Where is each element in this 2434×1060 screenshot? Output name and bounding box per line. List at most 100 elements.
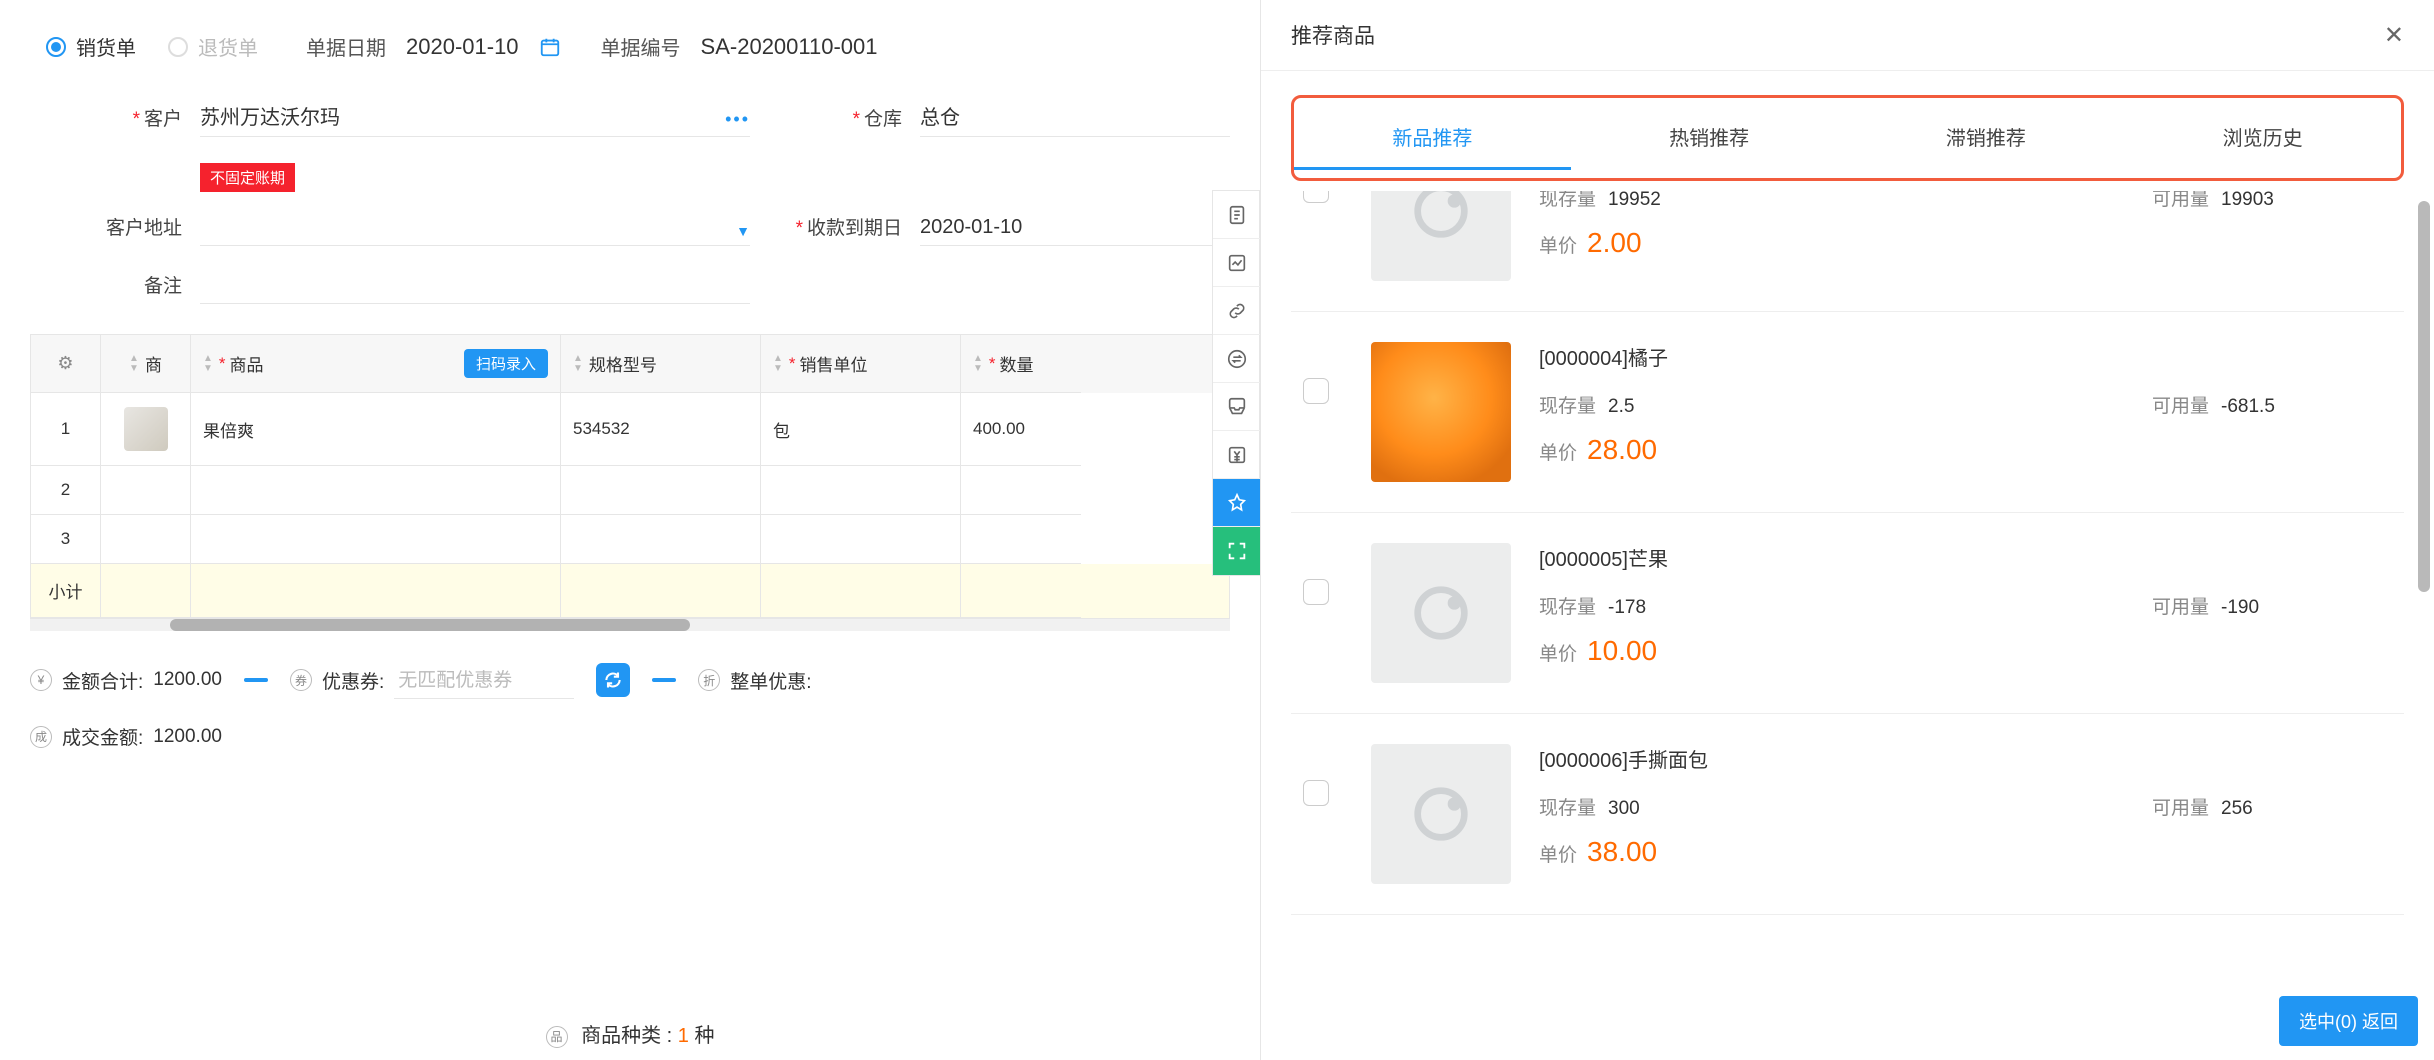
rail-chart-icon[interactable]	[1213, 239, 1261, 287]
product-row[interactable]: 250ml现存量19952可用量19903单价2.00	[1291, 191, 2404, 312]
dash-icon	[244, 678, 268, 682]
grid-h-scrollbar[interactable]	[30, 619, 1230, 631]
side-icon-rail	[1212, 190, 1260, 576]
row-unit[interactable]: 包	[761, 393, 961, 466]
product-image	[1371, 342, 1511, 482]
stock-value: 300	[1608, 798, 1640, 819]
stock-label: 现存量	[1539, 798, 1596, 819]
product-title: [0000006]手撕面包	[1539, 744, 2392, 773]
rail-currency-icon[interactable]	[1213, 431, 1261, 479]
footer-count: 1	[678, 1025, 689, 1047]
price-label: 单价	[1539, 236, 1577, 257]
price-label: 单价	[1539, 845, 1577, 866]
stock-value: 2.5	[1608, 396, 1634, 417]
subtotal-label: 小计	[31, 564, 101, 618]
rail-link-icon[interactable]	[1213, 287, 1261, 335]
product-row[interactable]: [0000005]芒果现存量-178可用量-190单价10.00	[1291, 513, 2404, 714]
row-product[interactable]	[191, 466, 561, 515]
product-row[interactable]: [0000006]手撕面包现存量300可用量256单价38.00	[1291, 714, 2404, 915]
col-unit-header[interactable]: ▲▼*销售单位	[761, 335, 961, 393]
row-qty[interactable]	[961, 466, 1081, 515]
stock-label: 现存量	[1539, 191, 1596, 210]
selected-return-button[interactable]: 选中(0) 返回	[2279, 996, 2418, 1046]
price-value: 28.00	[1587, 434, 1657, 465]
table-row[interactable]: 3	[31, 515, 1229, 564]
rail-expand-icon[interactable]	[1213, 527, 1261, 575]
col-spec-header[interactable]: ▲▼规格型号	[561, 335, 761, 393]
remark-input[interactable]	[200, 264, 750, 304]
scan-input-button[interactable]: 扫码录入	[464, 349, 548, 378]
calendar-icon[interactable]	[539, 36, 561, 58]
ellipsis-icon[interactable]: •••	[725, 109, 750, 130]
product-checkbox[interactable]	[1303, 378, 1329, 404]
rail-swap-icon[interactable]	[1213, 335, 1261, 383]
sort-icon: ▲▼	[973, 354, 983, 374]
total-label: 金额合计:	[62, 667, 143, 694]
row-qty[interactable]: 400.00	[961, 393, 1081, 466]
tab-0[interactable]: 新品推荐	[1294, 106, 1571, 170]
due-date-value: 2020-01-10	[920, 216, 1022, 239]
customer-input[interactable]: 苏州万达沃尔玛 •••	[200, 97, 750, 137]
table-row[interactable]: 2	[31, 466, 1229, 515]
doc-date-value[interactable]: 2020-01-10	[406, 34, 519, 60]
avail-label: 可用量	[2152, 191, 2209, 210]
row-spec[interactable]	[561, 466, 761, 515]
rail-inbox-icon[interactable]	[1213, 383, 1261, 431]
line-items-grid: ⚙ ▲▼商 ▲▼*商品扫码录入 ▲▼规格型号 ▲▼*销售单位 ▲▼*数量 1果倍…	[30, 334, 1230, 619]
warehouse-label: 仓库	[864, 109, 902, 130]
product-checkbox[interactable]	[1303, 191, 1329, 203]
radio-return-order[interactable]: 退货单	[168, 32, 258, 61]
col-qty-header[interactable]: ▲▼*数量	[961, 335, 1081, 393]
warehouse-value: 总仓	[920, 101, 960, 130]
discount-icon: 折	[698, 669, 720, 691]
row-product[interactable]	[191, 515, 561, 564]
address-label: 客户地址	[106, 218, 182, 239]
tab-2[interactable]: 滞销推荐	[1848, 106, 2125, 170]
row-product[interactable]: 果倍爽	[191, 393, 561, 466]
row-thumb	[101, 515, 191, 564]
row-spec[interactable]	[561, 515, 761, 564]
whole-discount-label: 整单优惠:	[730, 667, 811, 694]
doc-date-label: 单据日期	[306, 32, 386, 61]
gear-icon: ⚙	[57, 353, 73, 374]
stock-label: 现存量	[1539, 396, 1596, 417]
refresh-button[interactable]	[596, 663, 630, 697]
customer-tag-badge: 不固定账期	[200, 163, 295, 192]
close-icon[interactable]: ✕	[2384, 21, 2404, 50]
avail-value: -190	[2221, 597, 2259, 618]
coupon-input[interactable]: 无匹配优惠券	[394, 661, 574, 699]
table-row[interactable]: 1果倍爽534532包400.00	[31, 393, 1229, 466]
footer-suffix: 种	[694, 1025, 714, 1047]
category-icon: 品	[546, 1026, 568, 1048]
tab-1[interactable]: 热销推荐	[1571, 106, 1848, 170]
yen-icon: ¥	[30, 669, 52, 691]
product-row[interactable]: [0000004]橘子现存量2.5可用量-681.5单价28.00	[1291, 312, 2404, 513]
col-product-header[interactable]: ▲▼*商品扫码录入	[191, 335, 561, 393]
tabs-highlight-box: 新品推荐热销推荐滞销推荐浏览历史	[1291, 95, 2404, 181]
sort-icon: ▲▼	[129, 354, 139, 374]
sort-icon: ▲▼	[773, 354, 783, 374]
rail-star-icon[interactable]	[1213, 479, 1261, 527]
product-checkbox[interactable]	[1303, 579, 1329, 605]
row-unit[interactable]	[761, 466, 961, 515]
avail-label: 可用量	[2152, 798, 2209, 819]
tab-3[interactable]: 浏览历史	[2124, 106, 2401, 170]
sort-icon: ▲▼	[203, 354, 213, 374]
product-checkbox[interactable]	[1303, 780, 1329, 806]
avail-label: 可用量	[2152, 597, 2209, 618]
doc-no-value: SA-20200110-001	[701, 34, 878, 60]
panel-v-scrollbar[interactable]	[2418, 201, 2430, 1050]
row-unit[interactable]	[761, 515, 961, 564]
coupon-icon: 券	[290, 669, 312, 691]
warehouse-input[interactable]: 总仓	[920, 97, 1230, 137]
due-date-input[interactable]: 2020-01-10	[920, 206, 1230, 246]
row-spec[interactable]: 534532	[561, 393, 761, 466]
radio-sales-order[interactable]: 销货单	[46, 32, 136, 61]
row-qty[interactable]	[961, 515, 1081, 564]
stock-label: 现存量	[1539, 597, 1596, 618]
row-thumb	[101, 466, 191, 515]
address-select[interactable]: ▼	[200, 206, 750, 246]
col-settings[interactable]: ⚙	[31, 335, 101, 393]
col-img-header[interactable]: ▲▼商	[101, 335, 191, 393]
rail-doc-icon[interactable]	[1213, 191, 1261, 239]
